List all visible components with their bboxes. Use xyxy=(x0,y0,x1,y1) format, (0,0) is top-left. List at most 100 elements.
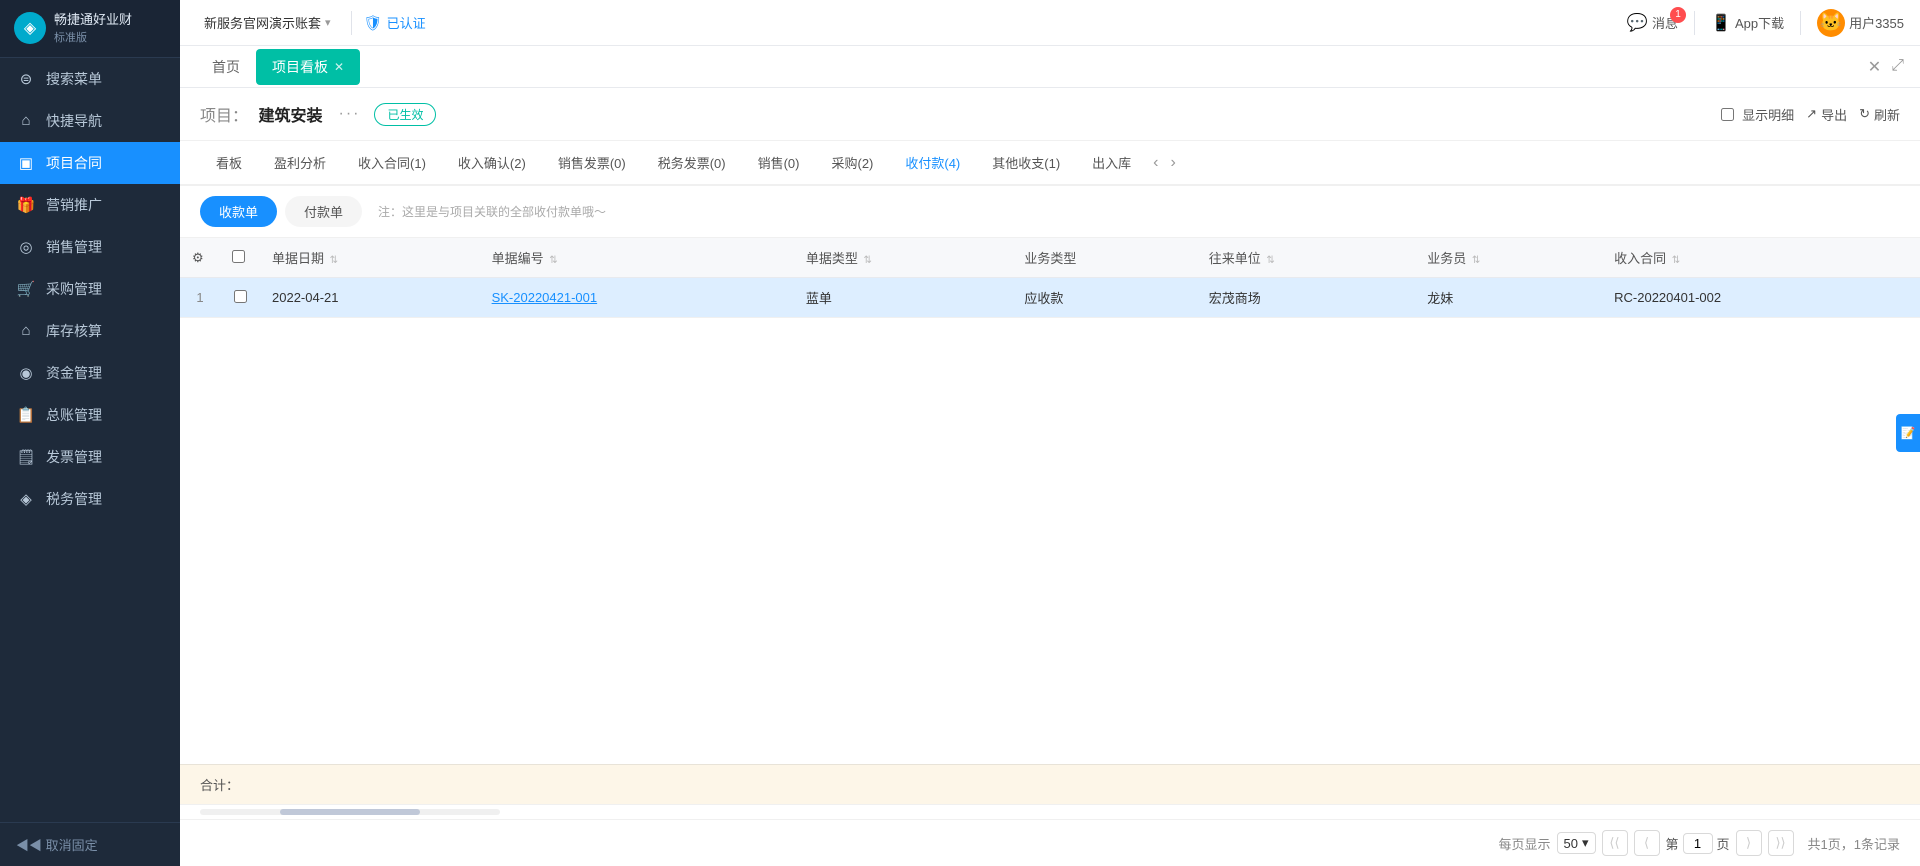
subnav-item-board[interactable]: 看板 xyxy=(200,141,258,186)
subnav-item-sales-invoice[interactable]: 销售发票(0) xyxy=(542,141,642,186)
subnav-item-purchase[interactable]: 采购(2) xyxy=(815,141,889,186)
sidebar-item-search[interactable]: ⊜ 搜索菜单 xyxy=(0,58,180,100)
project-icon: ▣ xyxy=(16,153,36,173)
col-partner[interactable]: 往来单位 ⇅ xyxy=(1197,238,1415,278)
sidebar-item-ledger-mgmt[interactable]: 📋 总账管理 xyxy=(0,394,180,436)
sub-tab-receipt[interactable]: 收款单 xyxy=(200,196,277,227)
col-type[interactable]: 单据类型 ⇅ xyxy=(794,238,1012,278)
col-biz-type: 业务类型 xyxy=(1012,238,1196,278)
user-label: 用户3355 xyxy=(1849,13,1904,32)
row-income-contract: RC-20220401-002 xyxy=(1602,278,1920,318)
show-detail-button[interactable]: 显示明细 xyxy=(1721,105,1794,124)
next-page-icon: ⟩ xyxy=(1746,835,1751,851)
user-profile-button[interactable]: 🐱 用户3355 xyxy=(1817,9,1904,37)
tab-home[interactable]: 首页 xyxy=(196,49,256,85)
marketing-icon: 🎁 xyxy=(16,195,36,215)
sidebar-item-label: 总账管理 xyxy=(46,405,102,425)
sidebar-item-quick-nav[interactable]: ⌂ 快捷导航 xyxy=(0,100,180,142)
side-panel-toggle[interactable]: 📝 xyxy=(1896,414,1920,452)
tab-project-board-label: 项目看板 xyxy=(272,57,328,77)
subnav-item-income-contract[interactable]: 收入合同(1) xyxy=(342,141,442,186)
app-download-button[interactable]: 📱 App下载 xyxy=(1711,13,1784,33)
sidebar-footer-unpin[interactable]: ◀◀ 取消固定 xyxy=(0,822,180,866)
page-title: 项目： 建筑安装 xyxy=(200,102,322,126)
sidebar-header: ◈ 畅捷通好业财 标准版 xyxy=(0,0,180,58)
subnav-item-tax-invoice[interactable]: 税务发票(0) xyxy=(642,141,742,186)
total-row: 合计： xyxy=(180,764,1920,804)
tab-close-icon[interactable]: ✕ xyxy=(334,60,344,74)
col-salesperson[interactable]: 业务员 ⇅ xyxy=(1415,238,1602,278)
subnav-prev-arrow[interactable]: ‹ xyxy=(1147,142,1164,184)
invoice-icon: 🗒 xyxy=(16,447,36,467)
sidebar-item-inventory[interactable]: ⌂ 库存核算 xyxy=(0,310,180,352)
sidebar-item-label: 库存核算 xyxy=(46,321,102,341)
sidebar-scroll: ⊜ 搜索菜单 ⌂ 快捷导航 ▣ 项目合同 🎁 营销推广 ◎ 销售管理 🛒 采购管… xyxy=(0,58,180,822)
subnav-item-profit[interactable]: 盈利分析 xyxy=(258,141,342,186)
sidebar-item-invoice-mgmt[interactable]: 🗒 发票管理 xyxy=(0,436,180,478)
sidebar-item-label: 营销推广 xyxy=(46,195,102,215)
subnav-income-contract-label: 收入合同(1) xyxy=(358,156,426,171)
col-settings[interactable]: ⚙ xyxy=(180,238,220,278)
subnav-next-arrow[interactable]: › xyxy=(1165,142,1182,184)
sidebar-item-sales-mgmt[interactable]: ◎ 销售管理 xyxy=(0,226,180,268)
export-button[interactable]: ↗ 导出 xyxy=(1806,105,1847,124)
app-logo-icon: ◈ xyxy=(14,12,46,44)
sidebar-item-label: 项目合同 xyxy=(46,153,102,173)
subnav-item-sales[interactable]: 销售(0) xyxy=(742,141,816,186)
sidebar-item-capital-mgmt[interactable]: ◉ 资金管理 xyxy=(0,352,180,394)
subnav-item-other-expense[interactable]: 其他收支(1) xyxy=(976,141,1076,186)
next-page-button[interactable]: ⟩ xyxy=(1736,830,1762,856)
sidebar-item-purchase-mgmt[interactable]: 🛒 采购管理 xyxy=(0,268,180,310)
row-number-link[interactable]: SK-20220421-001 xyxy=(492,290,598,305)
table-container: ⚙ 单据日期 ⇅ 单据编号 ⇅ 单据类型 xyxy=(180,238,1920,764)
current-page-input[interactable] xyxy=(1683,833,1713,854)
sidebar-item-project-contract[interactable]: ▣ 项目合同 xyxy=(0,142,180,184)
scrollbar-thumb[interactable] xyxy=(280,809,420,815)
subnav-board-label: 看板 xyxy=(216,156,242,171)
select-all-checkbox[interactable] xyxy=(232,250,245,263)
tab-project-board[interactable]: 项目看板 ✕ xyxy=(256,49,360,85)
subnav-item-in-out[interactable]: 出入库 xyxy=(1076,141,1147,186)
prev-page-button[interactable]: ⟨ xyxy=(1634,830,1660,856)
col-income-contract[interactable]: 收入合同 ⇅ xyxy=(1602,238,1920,278)
col-checkbox xyxy=(220,238,260,278)
first-page-button[interactable]: ⟨⟨ xyxy=(1602,830,1628,856)
topbar-vertical-divider-1 xyxy=(1694,11,1695,35)
window-maximize-icon[interactable]: ⤢ xyxy=(1891,57,1904,77)
page-more-button[interactable]: ··· xyxy=(338,105,360,123)
sub-tab-payment-label: 付款单 xyxy=(304,205,343,220)
col-number[interactable]: 单据编号 ⇅ xyxy=(480,238,794,278)
subnav-item-income-confirm[interactable]: 收入确认(2) xyxy=(442,141,542,186)
page-header: 项目： 建筑安装 ··· 已生效 显示明细 ↗ 导出 ↻ 刷新 xyxy=(180,88,1920,141)
row-type: 蓝单 xyxy=(794,278,1012,318)
page-container: 项目： 建筑安装 ··· 已生效 显示明细 ↗ 导出 ↻ 刷新 xyxy=(180,88,1920,866)
sidebar-item-tax-mgmt[interactable]: ◈ 税务管理 xyxy=(0,478,180,520)
subnav-in-out-label: 出入库 xyxy=(1092,156,1131,171)
row-checkbox[interactable] xyxy=(234,290,247,303)
page-num-display: 第 页 xyxy=(1666,833,1730,854)
sidebar-item-label: 采购管理 xyxy=(46,279,102,299)
refresh-button[interactable]: ↻ 刷新 xyxy=(1859,105,1900,124)
topbar-verified-badge: 🛡 已认证 xyxy=(364,13,426,32)
refresh-label: 刷新 xyxy=(1874,105,1900,124)
subnav-sales-invoice-label: 销售发票(0) xyxy=(558,156,626,171)
sub-tab-payment[interactable]: 付款单 xyxy=(285,196,362,227)
col-type-label: 单据类型 xyxy=(806,251,858,266)
subnav-item-receipt-payment[interactable]: 收付款(4) xyxy=(889,141,976,186)
sub-tab-note: 注：这里是与项目关联的全部收付款单哦～ xyxy=(378,203,606,220)
row-number[interactable]: SK-20220421-001 xyxy=(480,278,794,318)
message-button[interactable]: 💬 消息 1 xyxy=(1627,13,1678,33)
topbar-vertical-divider-2 xyxy=(1800,11,1801,35)
topbar-project-selector[interactable]: 新服务官网演示账套 ▾ xyxy=(196,9,339,36)
export-icon: ↗ xyxy=(1806,106,1817,122)
window-close-icon[interactable]: ✕ xyxy=(1868,57,1881,77)
verified-shield-icon: 🛡 xyxy=(364,14,383,32)
per-page-select[interactable]: 50 ▾ xyxy=(1557,832,1596,854)
last-page-button[interactable]: ⟩⟩ xyxy=(1768,830,1794,856)
chevron-down-icon: ▾ xyxy=(1582,835,1589,851)
col-salesperson-label: 业务员 xyxy=(1427,251,1466,266)
sidebar-item-marketing[interactable]: 🎁 营销推广 xyxy=(0,184,180,226)
col-date[interactable]: 单据日期 ⇅ xyxy=(260,238,480,278)
show-detail-checkbox[interactable] xyxy=(1721,108,1734,121)
user-avatar: 🐱 xyxy=(1817,9,1845,37)
